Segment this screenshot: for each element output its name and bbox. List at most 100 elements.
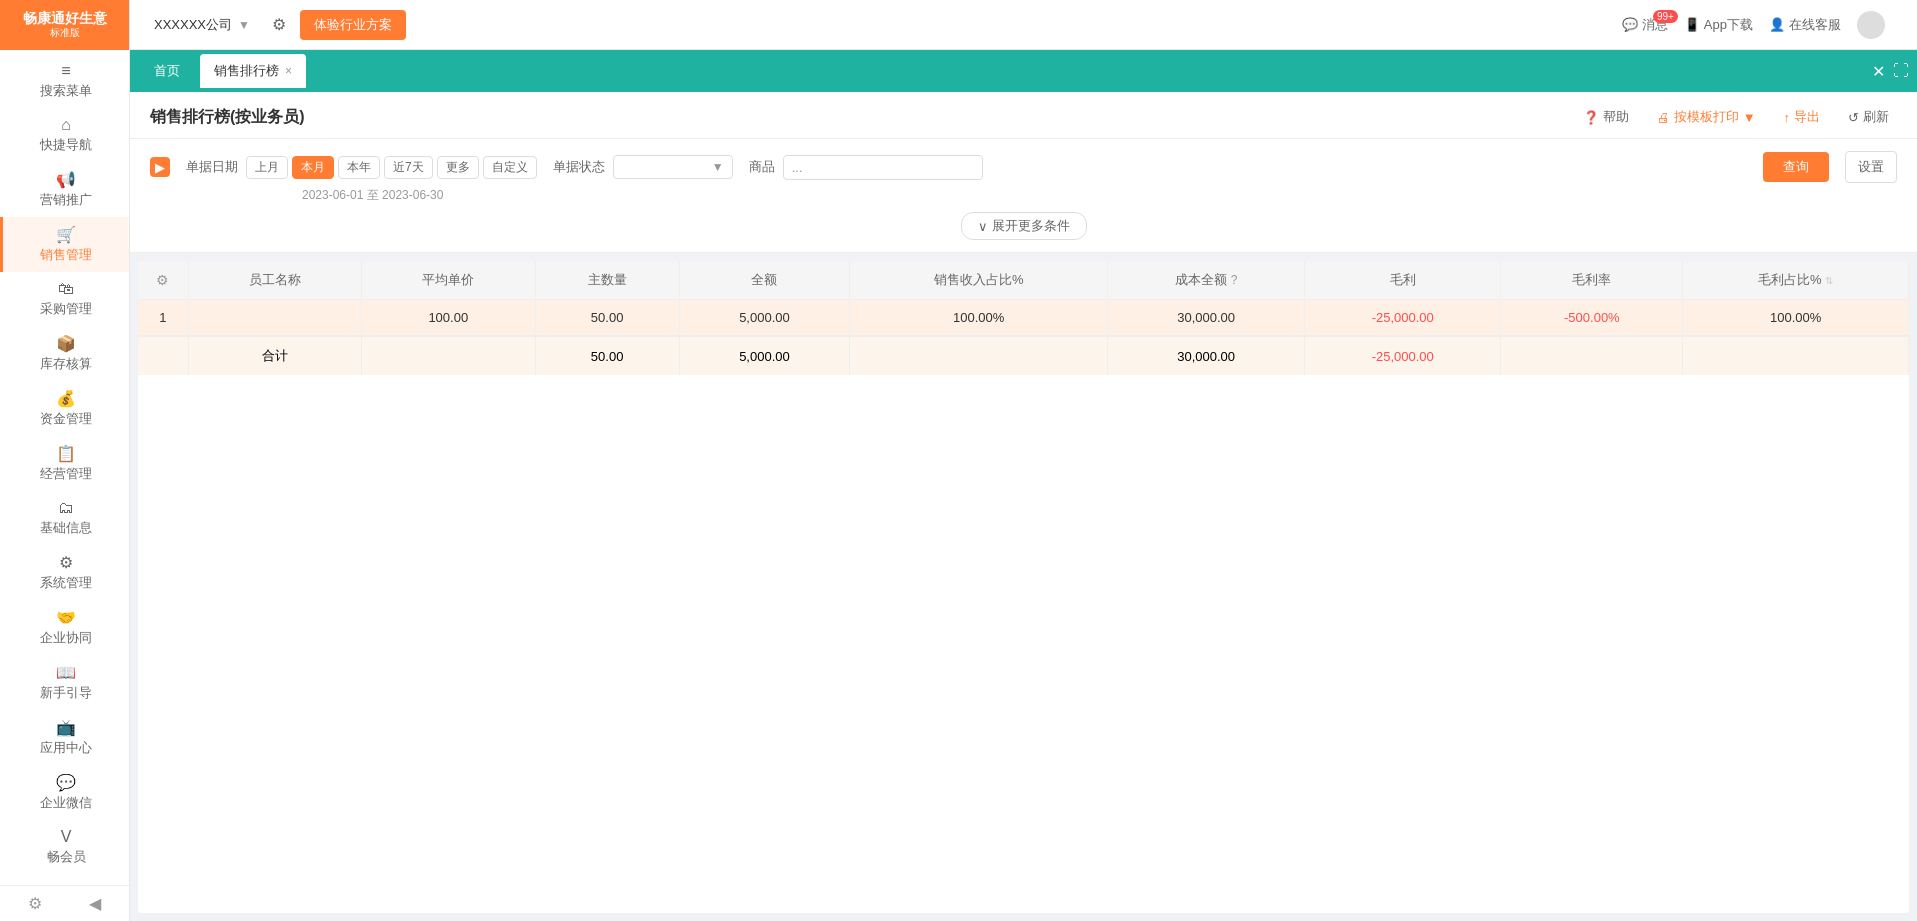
sidebar-item-inventory[interactable]: 📦 库存核算 xyxy=(0,326,129,381)
sidebar-item-basic[interactable]: 🗂 基础信息 xyxy=(0,491,129,545)
date-btn-本年[interactable]: 本年 xyxy=(338,156,380,179)
sidebar-item-marketing[interactable]: 📢 营销推广 xyxy=(0,162,129,217)
refresh-icon: ↺ xyxy=(1848,110,1859,125)
date-range-text: 2023-06-01 至 2023-06-30 xyxy=(302,188,443,202)
print-btn[interactable]: 🖨 按模板打印 ▼ xyxy=(1649,104,1764,130)
tab-close-window-icon[interactable]: ✕ xyxy=(1872,62,1885,81)
status-chevron-icon: ▼ xyxy=(712,160,724,174)
cost-help-icon[interactable]: ? xyxy=(1231,273,1238,287)
tab-sales-ranking[interactable]: 销售排行榜 × xyxy=(200,54,306,88)
page-title: 销售排行榜(按业务员) xyxy=(150,107,305,128)
footer-cell-9 xyxy=(1683,336,1909,375)
filter-toggle-btn[interactable]: ▶ xyxy=(150,157,170,177)
online-service-btn[interactable]: 👤 在线客服 xyxy=(1769,16,1841,34)
print-chevron-icon: ▼ xyxy=(1743,110,1756,125)
date-range-buttons: 上月本月本年近7天更多自定义 xyxy=(246,156,537,179)
sidebar-item-label: 经营管理 xyxy=(40,465,92,483)
sales-icon: 🛒 xyxy=(56,225,76,244)
guide-icon: 📖 xyxy=(56,663,76,682)
apps-icon: 📺 xyxy=(56,718,76,737)
footer-cell-4: 5,000.00 xyxy=(679,336,849,375)
column-settings-icon[interactable]: ⚙ xyxy=(156,272,169,288)
sidebar-item-label: 新手引导 xyxy=(40,684,92,702)
cell-amount: 5,000.00 xyxy=(679,300,849,337)
sidebar-item-label: 快捷导航 xyxy=(40,136,92,154)
main-content: XXXXXX公司 ▼ ⚙ 体验行业方案 💬 消息 99+ 📱 App下载 👤 在… xyxy=(130,0,1917,921)
sidebar: 畅康通好生意 标准版 ≡ 搜索菜单 ⌂ 快捷导航 📢 营销推广 🛒 销售管理 🛍… xyxy=(0,0,130,921)
sidebar-item-label: 基础信息 xyxy=(40,519,92,537)
tab-expand-icon[interactable]: ⛶ xyxy=(1893,62,1909,81)
sort-icon[interactable]: ⇅ xyxy=(1825,275,1833,286)
status-select[interactable]: ▼ xyxy=(613,155,733,179)
company-name: XXXXXX公司 xyxy=(154,16,232,34)
topbar-actions: 💬 消息 99+ 📱 App下载 👤 在线客服 xyxy=(1622,11,1901,39)
online-service-label: 在线客服 xyxy=(1789,16,1841,34)
page-content: 销售排行榜(按业务员) ❓ 帮助 🖨 按模板打印 ▼ ↑ 导出 ↺ 刷新 xyxy=(130,92,1917,921)
col-header-name: 员工名称 xyxy=(188,261,362,300)
sidebar-item-purchase[interactable]: 🛍 采购管理 xyxy=(0,272,129,326)
footer-cell-2 xyxy=(362,336,536,375)
cell-profit_rate: -500.00% xyxy=(1501,300,1683,337)
shortcut-icon: ⌂ xyxy=(61,116,71,134)
footer-cell-8 xyxy=(1501,336,1683,375)
sidebar-settings-icon[interactable]: ⚙ xyxy=(28,894,42,913)
refresh-btn[interactable]: ↺ 刷新 xyxy=(1840,104,1897,130)
cell-name xyxy=(188,300,362,337)
table-area: ⚙员工名称平均单价主数量全额销售收入占比%成本全额 ?毛利毛利率毛利占比% ⇅ … xyxy=(138,261,1909,913)
export-btn[interactable]: ↑ 导出 xyxy=(1776,104,1829,130)
sidebar-collapse-icon[interactable]: ◀ xyxy=(89,894,101,913)
date-btn-本月[interactable]: 本月 xyxy=(292,156,334,179)
sidebar-item-finance[interactable]: 💰 资金管理 xyxy=(0,381,129,436)
purchase-icon: 🛍 xyxy=(58,280,74,298)
expand-conditions-btn[interactable]: ∨ 展开更多条件 xyxy=(961,212,1087,240)
goods-select[interactable]: ... xyxy=(783,155,983,180)
sidebar-item-shortcut[interactable]: ⌂ 快捷导航 xyxy=(0,108,129,162)
tabbar: 首页 销售排行榜 × ✕ ⛶ xyxy=(130,50,1917,92)
sidebar-item-guide[interactable]: 📖 新手引导 xyxy=(0,655,129,710)
system-icon: ⚙ xyxy=(59,553,73,572)
logo-title: 畅康通好生意 xyxy=(23,10,107,27)
goods-filter-label: 商品 xyxy=(749,158,775,176)
logo-subtitle: 标准版 xyxy=(50,26,80,40)
sidebar-item-operations[interactable]: 📋 经营管理 xyxy=(0,436,129,491)
topbar-settings-icon[interactable]: ⚙ xyxy=(268,11,290,38)
sidebar-item-wechat[interactable]: 💬 企业微信 xyxy=(0,765,129,820)
cell-profit: -25,000.00 xyxy=(1305,300,1501,337)
user-avatar[interactable] xyxy=(1857,11,1885,39)
finance-icon: 💰 xyxy=(56,389,76,408)
date-btn-上月[interactable]: 上月 xyxy=(246,156,288,179)
cell-qty: 50.00 xyxy=(535,300,679,337)
col-header-index[interactable]: ⚙ xyxy=(138,261,188,300)
app-download-btn[interactable]: 📱 App下载 xyxy=(1684,16,1753,34)
chevron-down-icon: ∨ xyxy=(978,219,988,234)
query-button[interactable]: 查询 xyxy=(1763,152,1829,182)
help-icon: ❓ xyxy=(1583,110,1599,125)
sidebar-item-member[interactable]: V 畅会员 xyxy=(0,820,129,874)
sidebar-item-search[interactable]: ≡ 搜索菜单 xyxy=(0,54,129,108)
trial-button[interactable]: 体验行业方案 xyxy=(300,10,406,40)
data-table: ⚙员工名称平均单价主数量全额销售收入占比%成本全额 ?毛利毛利率毛利占比% ⇅ … xyxy=(138,261,1909,375)
sidebar-item-label: 库存核算 xyxy=(40,355,92,373)
filter-settings-button[interactable]: 设置 xyxy=(1845,151,1897,183)
date-btn-自定义[interactable]: 自定义 xyxy=(483,156,537,179)
date-filter-label: 单据日期 xyxy=(186,158,238,176)
export-icon: ↑ xyxy=(1784,110,1791,125)
search-icon: ≡ xyxy=(61,62,70,80)
company-selector[interactable]: XXXXXX公司 ▼ xyxy=(146,12,258,38)
col-header-profit_rate: 毛利率 xyxy=(1501,261,1683,300)
col-header-amount: 全额 xyxy=(679,261,849,300)
sidebar-item-apps[interactable]: 📺 应用中心 xyxy=(0,710,129,765)
date-btn-近7天[interactable]: 近7天 xyxy=(384,156,433,179)
help-btn[interactable]: ❓ 帮助 xyxy=(1575,104,1637,130)
sidebar-item-sales[interactable]: 🛒 销售管理 xyxy=(0,217,129,272)
message-btn[interactable]: 💬 消息 99+ xyxy=(1622,16,1668,34)
sidebar-item-enterprise[interactable]: 🤝 企业协同 xyxy=(0,600,129,655)
date-btn-更多[interactable]: 更多 xyxy=(437,156,479,179)
footer-cell-5 xyxy=(850,336,1108,375)
goods-filter-group: 商品 ... xyxy=(749,155,983,180)
tab-close-icon[interactable]: × xyxy=(285,64,292,78)
sidebar-item-system[interactable]: ⚙ 系统管理 xyxy=(0,545,129,600)
table-header-row: ⚙员工名称平均单价主数量全额销售收入占比%成本全额 ?毛利毛利率毛利占比% ⇅ xyxy=(138,261,1909,300)
tab-home[interactable]: 首页 xyxy=(138,54,196,88)
status-filter-label: 单据状态 xyxy=(553,158,605,176)
